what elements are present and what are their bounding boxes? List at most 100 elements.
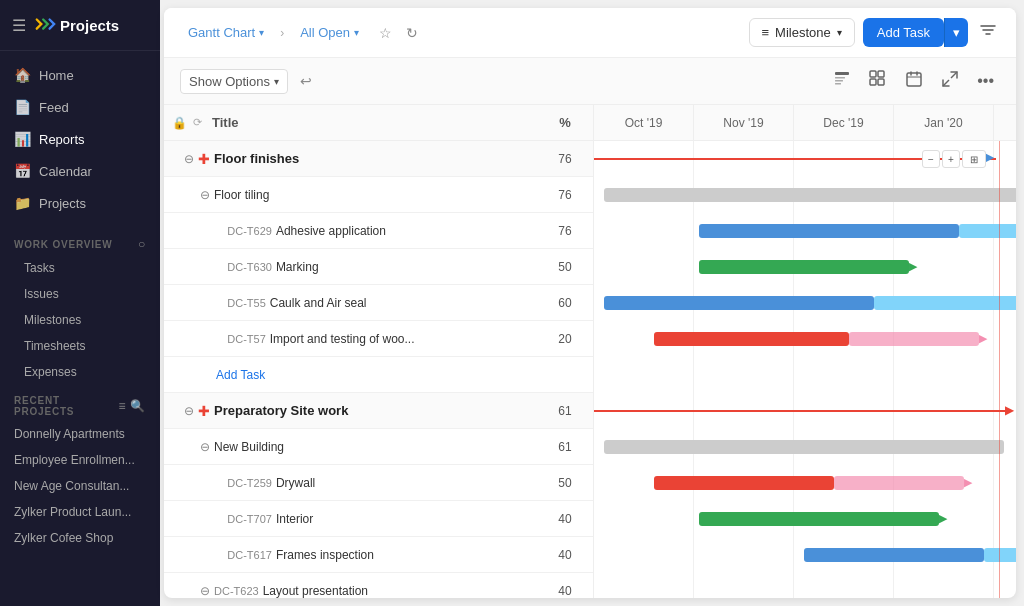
sidebar-item-milestones[interactable]: Milestones [0, 307, 160, 333]
row-dc-t57: ○ DC-T57 Import and testing of woo... 20 [164, 321, 593, 357]
reports-icon: 📊 [14, 131, 31, 147]
calendar-view-icon[interactable] [899, 66, 929, 96]
topbar-left: Gantt Chart ▾ › All Open ▾ ☆ ↻ [180, 21, 422, 45]
plus-control[interactable]: + [942, 150, 960, 168]
milestone-button[interactable]: ≡ Milestone ▾ [749, 18, 855, 47]
sidebar-item-timesheets[interactable]: Timesheets [0, 333, 160, 359]
month-feb: Feb'20 [994, 105, 1016, 140]
dc-t57-pct: 20 [545, 332, 585, 346]
floor-tiling-bar [604, 188, 1016, 202]
undo-button[interactable]: ↩ [296, 69, 316, 93]
gantt-column-headers: 🔒 ⟳ Title % [164, 105, 593, 141]
row-dc-t617: ○ DC-T617 Frames inspection 40 [164, 537, 593, 573]
milestone-pin-icon: ✚ [198, 151, 210, 167]
minus-control[interactable]: − [922, 150, 940, 168]
circle-icon: ○ [138, 237, 146, 251]
pct-column-header: % [545, 115, 585, 130]
export-icon[interactable] [827, 66, 857, 96]
expand-icon[interactable] [935, 66, 965, 96]
toggle-icon-2[interactable]: ⊖ [200, 188, 210, 202]
bar-row-dc-t630: ▶ [594, 249, 1016, 285]
month-nov: Nov '19 [694, 105, 794, 140]
add-task-row[interactable]: Add Task [164, 357, 593, 393]
dc-t630-pct: 50 [545, 260, 585, 274]
dc-t707-title: Interior [276, 512, 545, 526]
add-task-link[interactable]: Add Task [216, 368, 265, 382]
project-zylker-product[interactable]: Zylker Product Laun... [0, 499, 160, 525]
hamburger-icon[interactable]: ☰ [12, 16, 26, 35]
show-options-button[interactable]: Show Options ▾ [180, 69, 288, 94]
star-icon[interactable]: ☆ [375, 21, 396, 45]
project-donnelly[interactable]: Donnelly Apartments [0, 421, 160, 447]
bar-row-new-building [594, 429, 1016, 465]
new-building-pct: 61 [545, 440, 585, 454]
add-task-label: Add Task [877, 25, 930, 40]
bar-row-dc-t617: ▶ [594, 537, 1016, 573]
filter-button[interactable] [976, 19, 1000, 47]
search-icon: 🔍 [130, 399, 146, 413]
bar-row-preparatory: ▶ [594, 393, 1016, 429]
logo-icon [34, 14, 56, 36]
grid-icon[interactable] [863, 66, 893, 96]
row-dc-t259: ○ DC-T259 Drywall 50 [164, 465, 593, 501]
add-task-dropdown[interactable]: ▾ [944, 18, 968, 47]
sidebar-item-projects-label: Projects [39, 196, 86, 211]
project-zylker-coffee[interactable]: Zylker Cofee Shop [0, 525, 160, 551]
projects-icon: 📁 [14, 195, 31, 211]
bar-controls: − + ⊞ [922, 150, 986, 168]
project-employee[interactable]: Employee Enrollmen... [0, 447, 160, 473]
sidebar-item-home[interactable]: 🏠 Home [0, 59, 160, 91]
sidebar: ☰ Projects 🏠 Home 📄 Feed 📊 Reports 📅 Cal… [0, 0, 160, 606]
toggle-icon-8[interactable]: ⊖ [200, 440, 210, 454]
toggle-icon-12[interactable]: ⊖ [200, 584, 210, 598]
sidebar-item-feed-label: Feed [39, 100, 69, 115]
sidebar-item-home-label: Home [39, 68, 74, 83]
milestone-icon: ≡ [762, 25, 770, 40]
toggle-icon-3[interactable]: ○ [216, 224, 223, 238]
dc-t617-code: DC-T617 [227, 549, 272, 561]
project-newage[interactable]: New Age Consultan... [0, 473, 160, 499]
toggle-icon-9: ○ [216, 476, 223, 490]
bar-row-dc-t629: ▶ [594, 213, 1016, 249]
sidebar-item-reports[interactable]: 📊 Reports [0, 123, 160, 155]
add-task-button[interactable]: Add Task [863, 18, 944, 47]
sidebar-item-projects[interactable]: 📁 Projects [0, 187, 160, 219]
toggle-icon[interactable]: ⊖ [184, 152, 194, 166]
dc-t630-title: Marking [276, 260, 545, 274]
toggle-icon-10: ○ [216, 512, 223, 526]
sync-icon: ⟳ [193, 116, 202, 129]
toolbar-right: ••• [827, 66, 1000, 96]
toolbar-left: Show Options ▾ ↩ [180, 69, 316, 94]
dc-t259-pct: 50 [545, 476, 585, 490]
row-dc-t630: ○ DC-T630 Marking 50 [164, 249, 593, 285]
recent-projects-section: RECENT PROJECTS ≡ 🔍 Donnelly Apartments … [0, 385, 160, 551]
floor-tiling-pct: 76 [545, 188, 585, 202]
toggle-icon-6: ○ [216, 332, 223, 346]
gantt-chart-breadcrumb[interactable]: Gantt Chart ▾ [180, 21, 272, 44]
topbar: Gantt Chart ▾ › All Open ▾ ☆ ↻ ≡ Milesto… [164, 8, 1016, 58]
sidebar-item-calendar-label: Calendar [39, 164, 92, 179]
floor-finishes-pct: 76 [545, 152, 585, 166]
issues-label: Issues [24, 287, 59, 301]
toggle-icon-11: ○ [216, 548, 223, 562]
sidebar-item-issues[interactable]: Issues [0, 281, 160, 307]
dc-t630-arrow: ▶ [909, 260, 917, 273]
dc-t55-code: DC-T55 [227, 297, 266, 309]
bar-row-dc-t259: ▶ [594, 465, 1016, 501]
refresh-icon[interactable]: ↻ [402, 21, 422, 45]
month-dec: Dec '19 [794, 105, 894, 140]
more-icon[interactable]: ••• [971, 68, 1000, 94]
toggle-icon-7[interactable]: ⊖ [184, 404, 194, 418]
sidebar-item-tasks[interactable]: Tasks [0, 255, 160, 281]
dc-t57-arrow: ▶ [979, 332, 987, 345]
sidebar-item-feed[interactable]: 📄 Feed [0, 91, 160, 123]
row-dc-t629: ○ DC-T629 Adhesive application 76 [164, 213, 593, 249]
all-open-breadcrumb[interactable]: All Open ▾ [292, 21, 367, 44]
sidebar-item-calendar[interactable]: 📅 Calendar [0, 155, 160, 187]
lock-icon: 🔒 [172, 116, 187, 130]
bar-row-floor-finishes: ▶ − + ⊞ [594, 141, 1016, 177]
expand-control[interactable]: ⊞ [962, 150, 986, 168]
sidebar-item-expenses[interactable]: Expenses [0, 359, 160, 385]
dc-t617-trail-bar [984, 548, 1016, 562]
gantt-right-panel: Oct '19 Nov '19 Dec '19 Jan '20 Feb'20 M… [594, 105, 1016, 598]
